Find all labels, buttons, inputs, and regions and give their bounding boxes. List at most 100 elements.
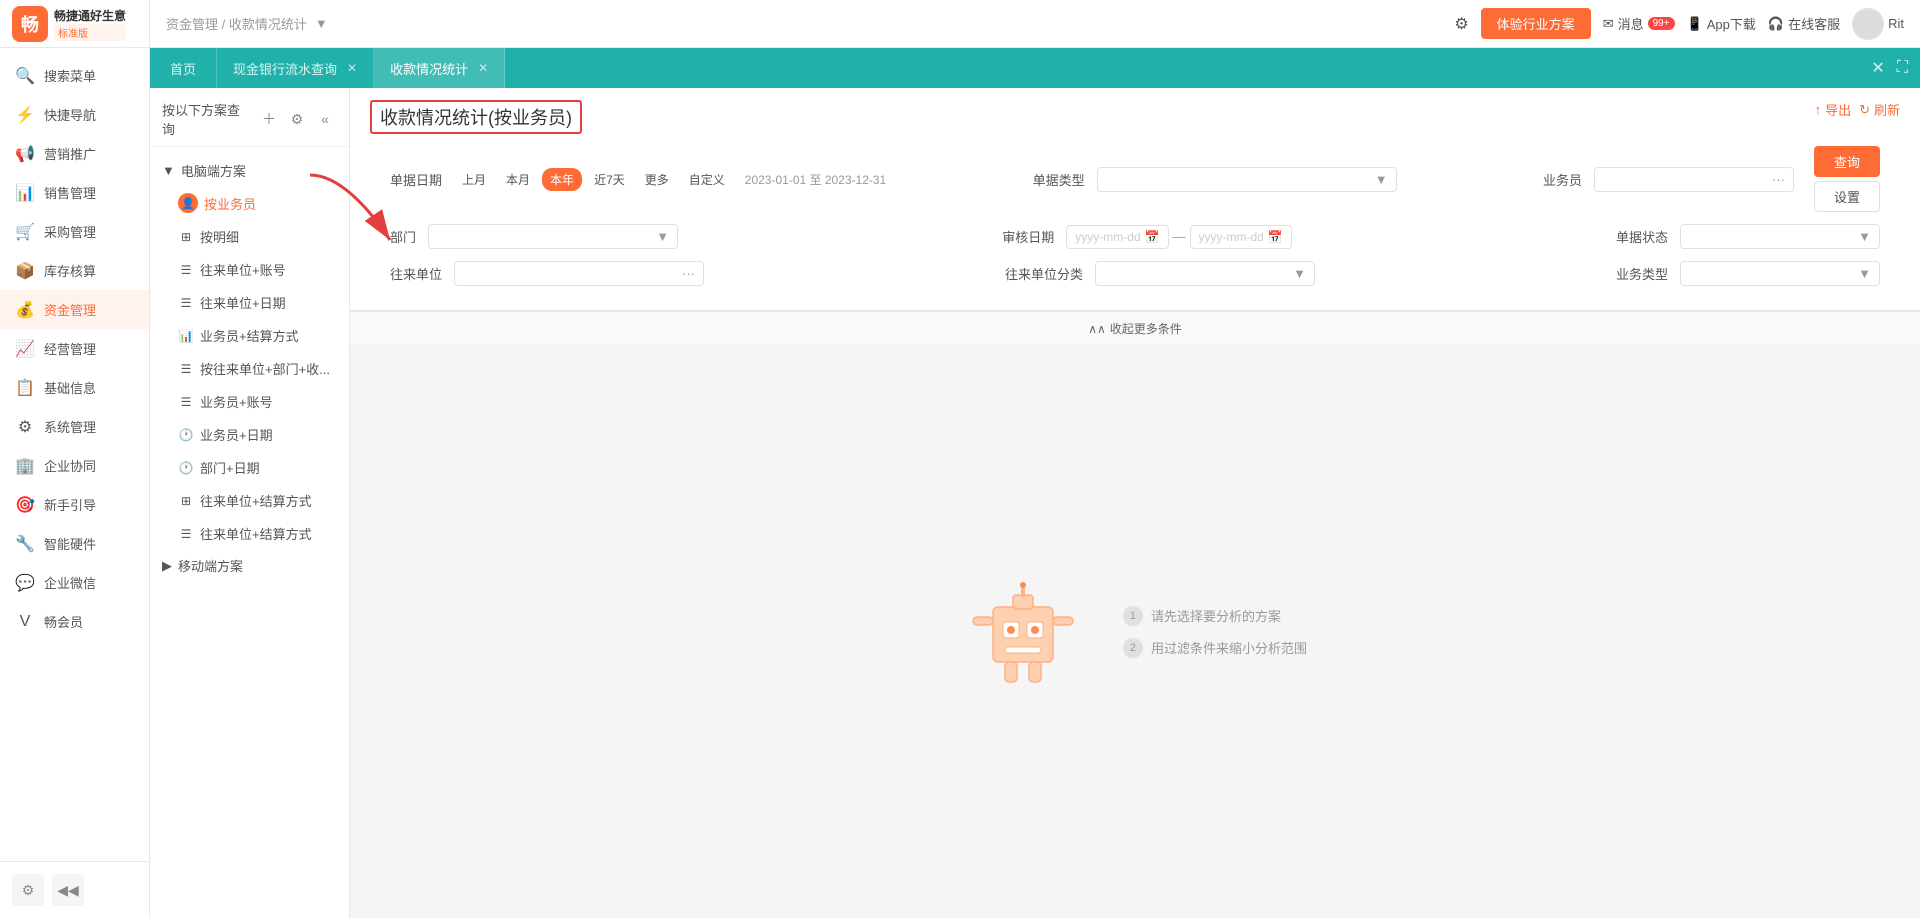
settings-scheme-btn[interactable]: ⚙ (285, 107, 309, 131)
counterpart-category-select[interactable]: ▼ (1095, 261, 1315, 286)
sidebar-collapse-btn[interactable]: ◀◀ (52, 874, 84, 906)
filter-area: 单据日期 上月 本月 本年 近7天 更多 自定义 2023-01-01 至 20… (370, 146, 1900, 310)
tree-group-desktop[interactable]: ▼ 电脑端方案 (150, 155, 349, 186)
user-area[interactable]: Rit (1852, 8, 1904, 40)
business-type-select[interactable]: ▼ (1680, 261, 1880, 286)
tree-item-by-staff[interactable]: 👤 按业务员 (150, 186, 349, 220)
dept-arrow: ▼ (656, 229, 669, 244)
empty-area: 1 请先选择要分析的方案 2 用过滤条件来缩小分析范围 (350, 345, 1920, 918)
right-content: 收款情况统计(按业务员) ↑ 导出 ↻ 刷新 (350, 88, 1920, 918)
refresh-btn[interactable]: ↻ 刷新 (1859, 100, 1900, 119)
date-tab-custom[interactable]: 自定义 (681, 168, 733, 191)
hint-num-2: 2 (1123, 638, 1143, 658)
tree-item-counterpart-date[interactable]: ☰ 往来单位+日期 (150, 286, 349, 319)
tree-group-desktop-label: 电脑端方案 (181, 161, 246, 180)
trial-btn[interactable]: 体验行业方案 (1481, 8, 1591, 39)
tree-item-by-counterpart-dept[interactable]: ☰ 按往来单位+部门+收... (150, 352, 349, 385)
export-btn[interactable]: ↑ 导出 (1815, 100, 1852, 119)
sidebar-item-inventory[interactable]: 📦 库存核算 (0, 251, 149, 290)
sidebar-item-sales[interactable]: 📊 销售管理 (0, 173, 149, 212)
calendar-icon: 📅 (1145, 230, 1160, 244)
tab-maximize-icon[interactable]: ⛶ (1897, 59, 1908, 77)
collapse-btn[interactable]: ∧∧ 收起更多条件 (1088, 320, 1182, 337)
refresh-icon: ↻ (1859, 102, 1870, 118)
hint-item-2: 2 用过滤条件来缩小分析范围 (1123, 638, 1307, 658)
dept-select[interactable]: ▼ (428, 224, 678, 249)
sidebar-item-marketing[interactable]: 📢 营销推广 (0, 134, 149, 173)
tab-bar: 首页 现金银行流水查询 ✕ 收款情况统计 ✕ ✕ ⛶ (150, 48, 1920, 88)
tab-bank-flow-close[interactable]: ✕ (347, 61, 357, 75)
date-tab-more[interactable]: 更多 (637, 168, 677, 191)
messages-btn[interactable]: ✉ 消息 99+ (1603, 14, 1675, 33)
sidebar-item-quick-nav[interactable]: ⚡ 快捷导航 (0, 95, 149, 134)
sidebar-item-corp[interactable]: 🏢 企业协同 (0, 446, 149, 485)
staff-date-icon: 🕐 (178, 427, 194, 443)
voucher-status-select[interactable]: ▼ (1680, 224, 1880, 249)
system-icon: ⚙ (16, 418, 34, 436)
audit-date-end[interactable]: yyyy-mm-dd 📅 (1190, 225, 1292, 249)
tree-item-staff-date[interactable]: 🕐 业务员+日期 (150, 418, 349, 451)
sidebar-settings-btn[interactable]: ⚙ (12, 874, 44, 906)
counterpart-select[interactable]: ··· (454, 261, 704, 286)
online-service-btn[interactable]: 🎧 在线客服 (1768, 14, 1840, 33)
tree-group-mobile[interactable]: ▶ 移动端方案 (150, 550, 349, 581)
counterpart-settlement1-icon: ⊞ (178, 493, 194, 509)
search-icon: 🔍 (16, 67, 34, 85)
counterpart-account-icon: ☰ (178, 262, 194, 278)
date-tab-this-year[interactable]: 本年 (542, 168, 582, 191)
dept-label: 部门 (390, 227, 416, 246)
counterpart-more[interactable]: ··· (682, 266, 695, 281)
tab-bank-flow[interactable]: 现金银行流水查询 ✕ (217, 48, 374, 88)
tree-item-counterpart-account[interactable]: ☰ 往来单位+账号 (150, 253, 349, 286)
sidebar-item-finance[interactable]: 💰 资金管理 (0, 290, 149, 329)
tree-item-dept-date[interactable]: 🕐 部门+日期 (150, 451, 349, 484)
date-tab-last-month[interactable]: 上月 (454, 168, 494, 191)
sidebar-item-hardware[interactable]: 🔧 智能硬件 (0, 524, 149, 563)
tree-item-staff-settlement[interactable]: 📊 业务员+结算方式 (150, 319, 349, 352)
dept-date-icon: 🕐 (178, 460, 194, 476)
tab-receivable-stats-close[interactable]: ✕ (478, 61, 488, 75)
purchase-icon: 🛒 (16, 223, 34, 241)
filter-row-1: 单据日期 上月 本月 本年 近7天 更多 自定义 2023-01-01 至 20… (390, 146, 1880, 212)
tab-receivable-stats[interactable]: 收款情况统计 ✕ (374, 48, 505, 88)
sidebar-item-operation[interactable]: 📈 经营管理 (0, 329, 149, 368)
date-range-display: 2023-01-01 至 2023-12-31 (745, 171, 886, 188)
tab-close-all-icon[interactable]: ✕ (1871, 58, 1884, 78)
sidebar-item-wechat[interactable]: 💬 企业微信 (0, 563, 149, 602)
logo-title: 畅捷通好生意 (54, 7, 126, 24)
main-area: 资金管理 / 收款情况统计 ▼ ⚙ 体验行业方案 ✉ 消息 99+ 📱 App下… (150, 0, 1920, 918)
query-btn[interactable]: 查询 (1814, 146, 1880, 177)
sidebar-label-basic: 基础信息 (44, 378, 96, 397)
sidebar-item-purchase[interactable]: 🛒 采购管理 (0, 212, 149, 251)
settings-icon[interactable]: ⚙ (1454, 14, 1468, 34)
staff-account-icon: ☰ (178, 394, 194, 410)
date-tab-last-7-days[interactable]: 近7天 (586, 168, 633, 191)
audit-date-start[interactable]: yyyy-mm-dd 📅 (1066, 225, 1168, 249)
collapse-panel-btn[interactable]: « (313, 107, 337, 131)
tab-home[interactable]: 首页 (150, 48, 217, 88)
sidebar-item-search[interactable]: 🔍 搜索菜单 (0, 56, 149, 95)
message-icon: ✉ (1603, 16, 1614, 32)
tree-item-by-detail[interactable]: ⊞ 按明细 (150, 220, 349, 253)
download-icon: 📱 (1687, 16, 1703, 32)
tree-item-counterpart-settlement2[interactable]: ☰ 往来单位+结算方式 (150, 517, 349, 550)
tree-item-counterpart-settlement1[interactable]: ⊞ 往来单位+结算方式 (150, 484, 349, 517)
audit-date-start-placeholder: yyyy-mm-dd (1075, 230, 1140, 244)
app-download-btn[interactable]: 📱 App下载 (1687, 14, 1756, 33)
breadcrumb-dropdown-icon[interactable]: ▼ (315, 16, 328, 31)
date-tabs: 上月 本月 本年 近7天 更多 自定义 (454, 168, 733, 191)
tree-item-staff-account[interactable]: ☰ 业务员+账号 (150, 385, 349, 418)
sidebar-item-member[interactable]: V 畅会员 (0, 602, 149, 641)
add-scheme-btn[interactable]: ＋ (257, 107, 281, 131)
staff-select[interactable]: ··· (1594, 167, 1794, 192)
date-tab-this-month[interactable]: 本月 (498, 168, 538, 191)
settings-btn[interactable]: 设置 (1814, 181, 1880, 212)
sidebar-item-system[interactable]: ⚙ 系统管理 (0, 407, 149, 446)
sidebar-item-basic[interactable]: 📋 基础信息 (0, 368, 149, 407)
corp-icon: 🏢 (16, 457, 34, 475)
top-bar-left: 资金管理 / 收款情况统计 ▼ (166, 14, 1442, 33)
sidebar-item-guide[interactable]: 🎯 新手引导 (0, 485, 149, 524)
voucher-type-select[interactable]: ▼ (1097, 167, 1397, 192)
sidebar-label-wechat: 企业微信 (44, 573, 96, 592)
sidebar-label-guide: 新手引导 (44, 495, 96, 514)
